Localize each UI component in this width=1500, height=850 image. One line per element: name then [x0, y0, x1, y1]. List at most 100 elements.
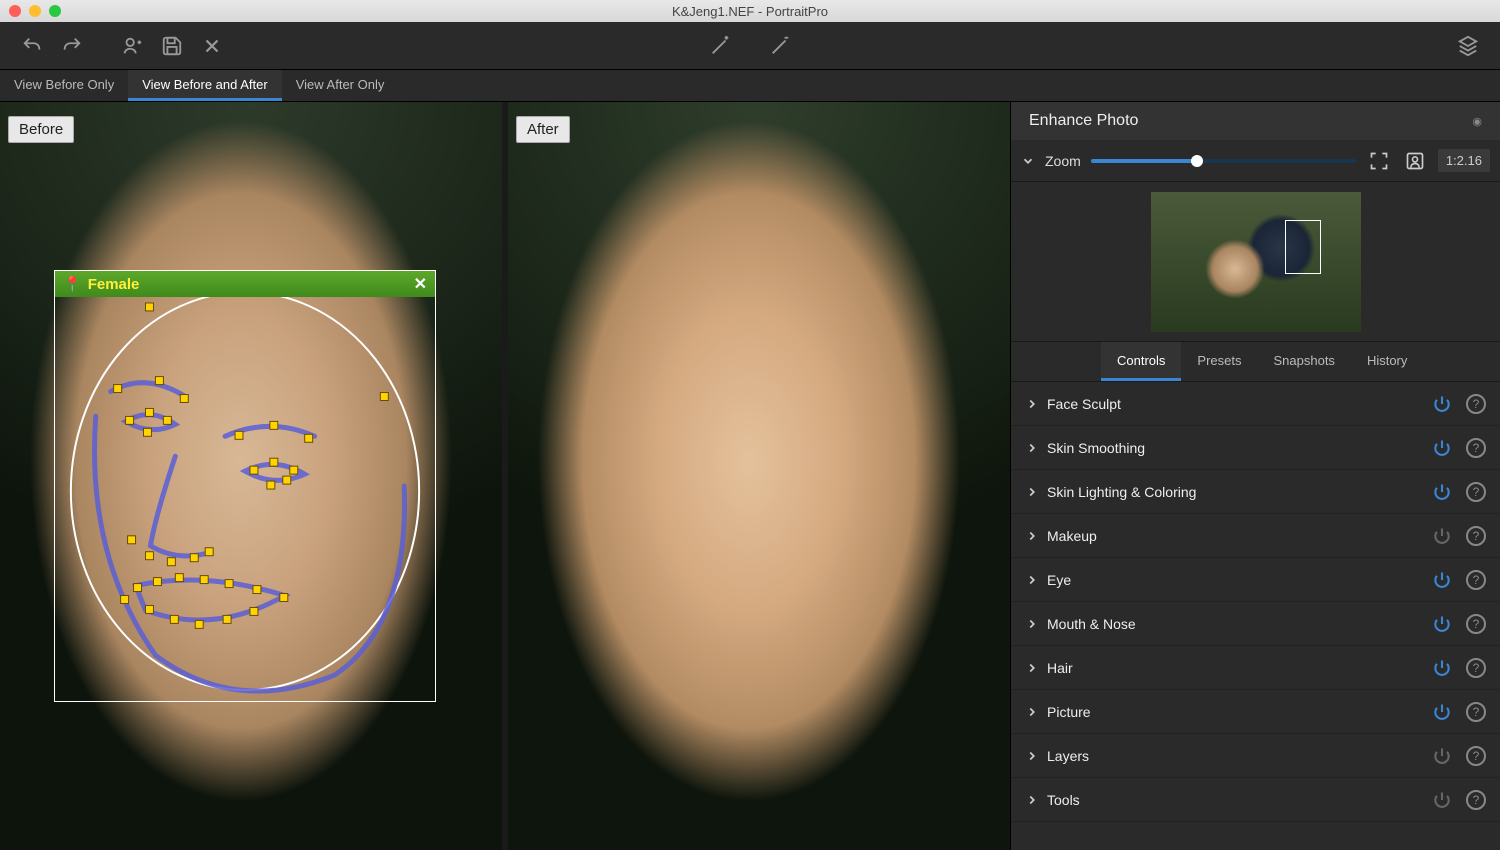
before-panel[interactable]: Before 📍 Female ✕	[0, 102, 502, 850]
sidebar-tabs: Controls Presets Snapshots History	[1011, 342, 1500, 382]
tab-after-only[interactable]: View After Only	[282, 70, 399, 101]
fit-screen-icon[interactable]	[1366, 148, 1392, 174]
control-row-picture[interactable]: Picture?	[1011, 690, 1500, 734]
right-sidebar: Enhance Photo ◉ Zoom 1:2.16 Controls P	[1010, 102, 1500, 850]
save-button[interactable]	[152, 26, 192, 66]
chevron-right-icon	[1025, 573, 1039, 587]
control-name: Layers	[1047, 748, 1432, 764]
control-row-mouth-nose[interactable]: Mouth & Nose?	[1011, 602, 1500, 646]
control-row-face-sculpt[interactable]: Face Sculpt?	[1011, 382, 1500, 426]
window-title: K&Jeng1.NEF - PortraitPro	[672, 4, 828, 19]
after-label: After	[516, 116, 570, 143]
power-toggle-icon[interactable]	[1432, 614, 1452, 634]
control-name: Picture	[1047, 704, 1432, 720]
sidebar-title-bar: Enhance Photo ◉	[1011, 102, 1500, 140]
control-name: Hair	[1047, 660, 1432, 676]
power-toggle-icon[interactable]	[1432, 702, 1452, 722]
face-overlay[interactable]: 📍 Female ✕	[54, 270, 436, 702]
canvas-area: Before 📍 Female ✕	[0, 102, 1010, 850]
chevron-right-icon	[1025, 529, 1039, 543]
chevron-right-icon	[1025, 793, 1039, 807]
help-icon[interactable]: ?	[1466, 658, 1486, 678]
face-tag-close[interactable]: ✕	[414, 274, 427, 294]
chevron-right-icon	[1025, 617, 1039, 631]
zoom-ratio[interactable]: 1:2.16	[1438, 149, 1490, 172]
tab-presets[interactable]: Presets	[1181, 342, 1257, 381]
zoom-window-dot[interactable]	[49, 5, 61, 17]
next-face-button[interactable]	[112, 26, 152, 66]
tab-before-only[interactable]: View Before Only	[0, 70, 128, 101]
main-toolbar	[0, 22, 1500, 70]
power-toggle-icon[interactable]	[1432, 438, 1452, 458]
close-file-button[interactable]	[192, 26, 232, 66]
control-row-skin-smoothing[interactable]: Skin Smoothing?	[1011, 426, 1500, 470]
tab-snapshots[interactable]: Snapshots	[1258, 342, 1351, 381]
landmark-points[interactable]	[114, 303, 389, 628]
gender-pin-icon: 📍	[63, 275, 82, 293]
power-toggle-icon[interactable]	[1432, 746, 1452, 766]
control-row-eye[interactable]: Eye?	[1011, 558, 1500, 602]
power-toggle-icon[interactable]	[1432, 394, 1452, 414]
power-toggle-icon[interactable]	[1432, 790, 1452, 810]
brush-add-button[interactable]	[700, 26, 740, 66]
control-name: Skin Lighting & Coloring	[1047, 484, 1432, 500]
chevron-right-icon	[1025, 441, 1039, 455]
help-icon[interactable]: ?	[1466, 790, 1486, 810]
chevron-right-icon	[1025, 705, 1039, 719]
navigator-image	[1151, 192, 1361, 332]
control-name: Face Sculpt	[1047, 396, 1432, 412]
tab-before-after[interactable]: View Before and After	[128, 70, 282, 101]
control-name: Makeup	[1047, 528, 1432, 544]
undo-button[interactable]	[12, 26, 52, 66]
control-row-hair[interactable]: Hair?	[1011, 646, 1500, 690]
fit-face-icon[interactable]	[1402, 148, 1428, 174]
navigator-viewport[interactable]	[1285, 220, 1321, 274]
chevron-right-icon	[1025, 661, 1039, 675]
brush-remove-button[interactable]	[760, 26, 800, 66]
after-photo	[508, 102, 1010, 850]
after-panel[interactable]: After	[502, 102, 1010, 850]
tab-history[interactable]: History	[1351, 342, 1423, 381]
power-toggle-icon[interactable]	[1432, 570, 1452, 590]
chevron-right-icon	[1025, 749, 1039, 763]
layers-icon[interactable]	[1448, 26, 1488, 66]
redo-button[interactable]	[52, 26, 92, 66]
before-label: Before	[8, 116, 74, 143]
control-name: Skin Smoothing	[1047, 440, 1432, 456]
chevron-right-icon	[1025, 397, 1039, 411]
face-tag-header[interactable]: 📍 Female ✕	[55, 271, 435, 297]
controls-list: Face Sculpt?Skin Smoothing?Skin Lighting…	[1011, 382, 1500, 850]
help-icon[interactable]: ?	[1466, 570, 1486, 590]
close-window-dot[interactable]	[9, 5, 21, 17]
zoom-label: Zoom	[1045, 153, 1081, 169]
power-toggle-icon[interactable]	[1432, 658, 1452, 678]
power-toggle-icon[interactable]	[1432, 482, 1452, 502]
control-row-tools[interactable]: Tools?	[1011, 778, 1500, 822]
control-row-skin-lighting-coloring[interactable]: Skin Lighting & Coloring?	[1011, 470, 1500, 514]
face-tag-label: Female	[88, 276, 140, 293]
zoom-row: Zoom 1:2.16	[1011, 140, 1500, 182]
chevron-right-icon	[1025, 485, 1039, 499]
sidebar-title: Enhance Photo	[1029, 112, 1138, 130]
power-toggle-icon[interactable]	[1432, 526, 1452, 546]
help-icon[interactable]: ?	[1466, 702, 1486, 722]
control-name: Tools	[1047, 792, 1432, 808]
control-row-makeup[interactable]: Makeup?	[1011, 514, 1500, 558]
help-icon[interactable]: ?	[1466, 438, 1486, 458]
help-icon[interactable]: ?	[1466, 482, 1486, 502]
chevron-down-icon[interactable]	[1021, 154, 1035, 168]
control-name: Eye	[1047, 572, 1432, 588]
minimize-window-dot[interactable]	[29, 5, 41, 17]
help-icon[interactable]: ?	[1466, 526, 1486, 546]
help-icon[interactable]: ?	[1466, 746, 1486, 766]
control-name: Mouth & Nose	[1047, 616, 1432, 632]
control-row-layers[interactable]: Layers?	[1011, 734, 1500, 778]
navigator-thumbnail[interactable]	[1011, 182, 1500, 342]
mac-titlebar: K&Jeng1.NEF - PortraitPro	[0, 0, 1500, 22]
sidebar-collapse-icon[interactable]: ◉	[1472, 115, 1482, 128]
tab-controls[interactable]: Controls	[1101, 342, 1181, 381]
zoom-slider[interactable]	[1091, 159, 1356, 163]
help-icon[interactable]: ?	[1466, 394, 1486, 414]
face-landmarks-svg[interactable]	[55, 297, 435, 701]
help-icon[interactable]: ?	[1466, 614, 1486, 634]
